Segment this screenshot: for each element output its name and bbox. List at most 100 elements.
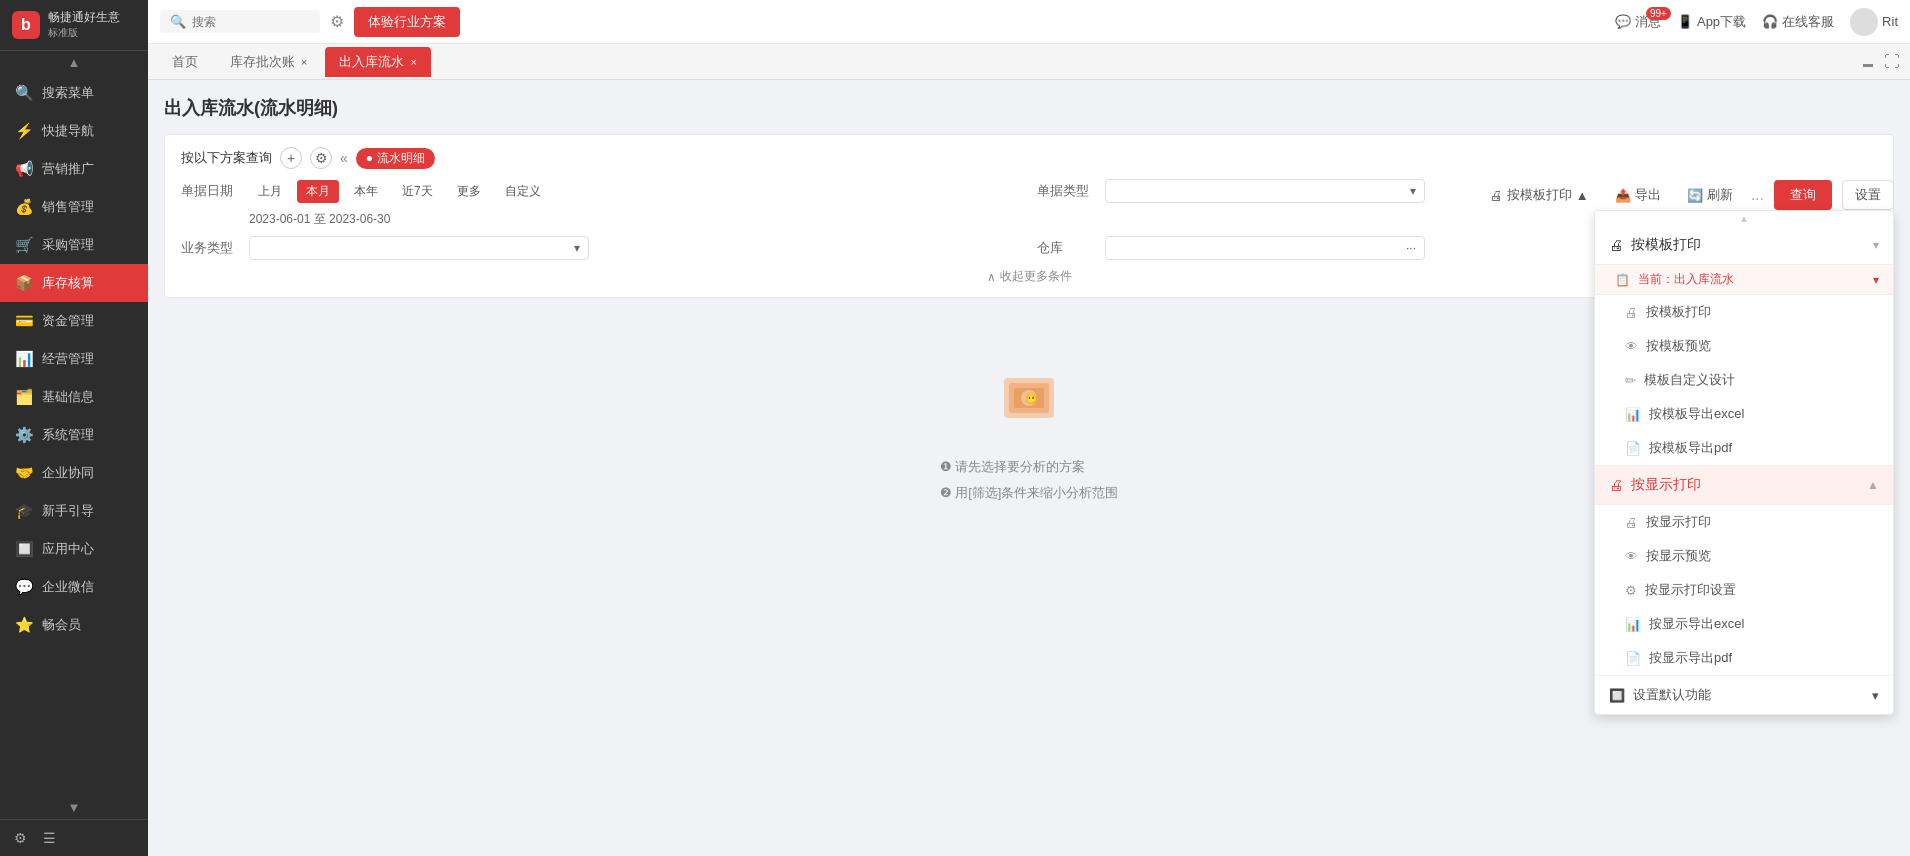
filter-collapse-icon[interactable]: « <box>340 150 348 166</box>
window-minimize-icon[interactable]: 🗕 <box>1860 53 1876 71</box>
search-box[interactable]: 🔍 <box>160 10 320 33</box>
sidebar-item-system[interactable]: ⚙️ 系统管理 <box>0 416 148 454</box>
tabbar: 首页 库存批次账 × 出入库流水 × 🗕 ⛶ <box>148 44 1910 80</box>
tab-batch[interactable]: 库存批次账 × <box>216 47 321 77</box>
display-settings-item[interactable]: ⚙ 按显示打印设置 <box>1595 573 1893 607</box>
display-printer-icon: 🖨 <box>1625 515 1638 530</box>
sidebar-scroll-up[interactable]: ▲ <box>0 51 148 74</box>
tab-home[interactable]: 首页 <box>158 47 212 77</box>
date-more-btn[interactable]: 更多 <box>448 180 490 203</box>
tabbar-controls: 🗕 ⛶ <box>1860 53 1900 71</box>
date-curr-month-btn[interactable]: 本月 <box>297 180 339 203</box>
tab-flow[interactable]: 出入库流水 × <box>325 47 430 77</box>
menu-toggle-icon[interactable]: ☰ <box>43 830 56 846</box>
sidebar-item-finance[interactable]: 💳 资金管理 <box>0 302 148 340</box>
topbar-gear-icon[interactable]: ⚙ <box>330 12 344 31</box>
sidebar-item-label: 搜索菜单 <box>42 84 94 102</box>
default-chevron: ▾ <box>1872 688 1879 703</box>
filter-settings-btn[interactable]: ⚙ <box>310 147 332 169</box>
sidebar-item-shortcut[interactable]: ⚡ 快捷导航 <box>0 112 148 150</box>
svg-text:😶: 😶 <box>1025 392 1038 405</box>
tab-flow-close[interactable]: × <box>410 56 416 68</box>
refresh-button[interactable]: 🔄 刷新 <box>1679 182 1741 208</box>
template-section-chevron: ▾ <box>1873 238 1879 252</box>
template-print-header-label: 按模板打印 <box>1631 236 1701 254</box>
sidebar-item-basic[interactable]: 🗂️ 基础信息 <box>0 378 148 416</box>
display-preview-item[interactable]: 👁 按显示预览 <box>1595 539 1893 573</box>
operation-icon: 📊 <box>14 350 34 368</box>
guide-icon: 🎓 <box>14 502 34 520</box>
sidebar-item-label: 快捷导航 <box>42 122 94 140</box>
sidebar-item-label: 营销推广 <box>42 160 94 178</box>
set-default-item[interactable]: 🔲 设置默认功能 ▾ <box>1595 676 1893 714</box>
print-template-button[interactable]: 🖨 按模板打印 ▲ <box>1482 182 1597 208</box>
biz-field-label: 业务类型 <box>181 239 241 257</box>
collapse-button[interactable]: ∧ 收起更多条件 <box>987 268 1072 285</box>
sidebar-scroll-down[interactable]: ▼ <box>0 796 148 819</box>
window-maximize-icon[interactable]: ⛶ <box>1884 53 1900 71</box>
export-button[interactable]: 📤 导出 <box>1607 182 1669 208</box>
display-excel-item[interactable]: 📊 按显示导出excel <box>1595 607 1893 641</box>
date-prev-month-btn[interactable]: 上月 <box>249 180 291 203</box>
tab-batch-close[interactable]: × <box>301 56 307 68</box>
type-select[interactable]: ▾ <box>1105 179 1425 203</box>
member-icon: ⭐ <box>14 616 34 634</box>
more-actions-button[interactable]: ... <box>1751 186 1764 204</box>
app-download-icon: 📱 <box>1677 14 1693 29</box>
search-icon: 🔍 <box>170 14 186 29</box>
sidebar-item-sales[interactable]: 💰 销售管理 <box>0 188 148 226</box>
template-print-item[interactable]: 🖨 按模板打印 <box>1595 295 1893 329</box>
template-custom-item[interactable]: ✏ 模板自定义设计 <box>1595 363 1893 397</box>
sidebar-item-inventory[interactable]: 📦 库存核算 <box>0 264 148 302</box>
chevron-up-icon: ▲ <box>1576 188 1589 203</box>
sidebar-logo: b 畅捷通好生意 标准版 <box>0 0 148 51</box>
empty-hint: ❶ 请先选择要分析的方案 ❷ 用[筛选]条件来缩小分析范围 <box>940 454 1119 506</box>
app-download-label: App下载 <box>1697 13 1746 31</box>
current-template-label: 📋 当前：出入库流水 ▾ <box>1595 265 1893 294</box>
shortcut-icon: ⚡ <box>14 122 34 140</box>
topbar-right: 💬 消息 99+ 📱 App下载 🎧 在线客服 Rit <box>1615 8 1898 36</box>
date-custom-btn[interactable]: 自定义 <box>496 180 550 203</box>
settings-bottom-icon[interactable]: ⚙ <box>14 830 27 846</box>
display-print-item[interactable]: 🖨 按显示打印 <box>1595 505 1893 539</box>
template-pdf-item[interactable]: 📄 按模板导出pdf <box>1595 431 1893 465</box>
filter-add-button[interactable]: + <box>280 147 302 169</box>
sidebar-item-purchase[interactable]: 🛒 采购管理 <box>0 226 148 264</box>
display-excel-label: 按显示导出excel <box>1649 615 1744 633</box>
topbar: 🔍 ⚙ 体验行业方案 💬 消息 99+ 📱 App下载 🎧 在线客服 Rit <box>148 0 1910 44</box>
sidebar-item-search[interactable]: 🔍 搜索菜单 <box>0 74 148 112</box>
excel-icon: 📊 <box>1625 407 1641 422</box>
sidebar-item-label: 基础信息 <box>42 388 94 406</box>
template-excel-item[interactable]: 📊 按模板导出excel <box>1595 397 1893 431</box>
refresh-label: 刷新 <box>1707 186 1733 204</box>
sidebar-item-appcenter[interactable]: 🔲 应用中心 <box>0 530 148 568</box>
sidebar-item-guide[interactable]: 🎓 新手引导 <box>0 492 148 530</box>
sidebar-item-operation[interactable]: 📊 经营管理 <box>0 340 148 378</box>
display-settings-icon: ⚙ <box>1625 583 1637 598</box>
sidebar-item-marketing[interactable]: 📢 营销推广 <box>0 150 148 188</box>
display-pdf-item[interactable]: 📄 按显示导出pdf <box>1595 641 1893 675</box>
query-button[interactable]: 查询 <box>1774 180 1832 210</box>
search-input[interactable] <box>192 15 292 29</box>
date-curr-year-btn[interactable]: 本年 <box>345 180 387 203</box>
settings-button[interactable]: 设置 <box>1842 180 1894 210</box>
display-print-section-header[interactable]: 🖨 按显示打印 ▲ <box>1595 466 1893 505</box>
app-download-button[interactable]: 📱 App下载 <box>1677 13 1746 31</box>
sidebar-item-coop[interactable]: 🤝 企业协同 <box>0 454 148 492</box>
date-last7-btn[interactable]: 近7天 <box>393 180 442 203</box>
type-field-label: 单据类型 <box>1037 182 1097 200</box>
template-preview-item[interactable]: 👁 按模板预览 <box>1595 329 1893 363</box>
biz-select[interactable]: ▾ <box>249 236 589 260</box>
template-print-section-header[interactable]: 🖨 按模板打印 ▾ <box>1595 226 1893 265</box>
current-template-text: 当前：出入库流水 <box>1638 271 1734 288</box>
warehouse-select[interactable]: ··· <box>1105 236 1425 260</box>
empty-hint-1: ❶ 请先选择要分析的方案 <box>940 454 1119 480</box>
trial-button[interactable]: 体验行业方案 <box>354 7 460 37</box>
sidebar-item-label: 库存核算 <box>42 274 94 292</box>
online-service-button[interactable]: 🎧 在线客服 <box>1762 13 1834 31</box>
sidebar-item-wechat[interactable]: 💬 企业微信 <box>0 568 148 606</box>
template-preview-label: 按模板预览 <box>1646 337 1711 355</box>
sidebar-item-member[interactable]: ⭐ 畅会员 <box>0 606 148 644</box>
user-avatar-area[interactable]: Rit <box>1850 8 1898 36</box>
message-button[interactable]: 💬 消息 99+ <box>1615 13 1661 31</box>
